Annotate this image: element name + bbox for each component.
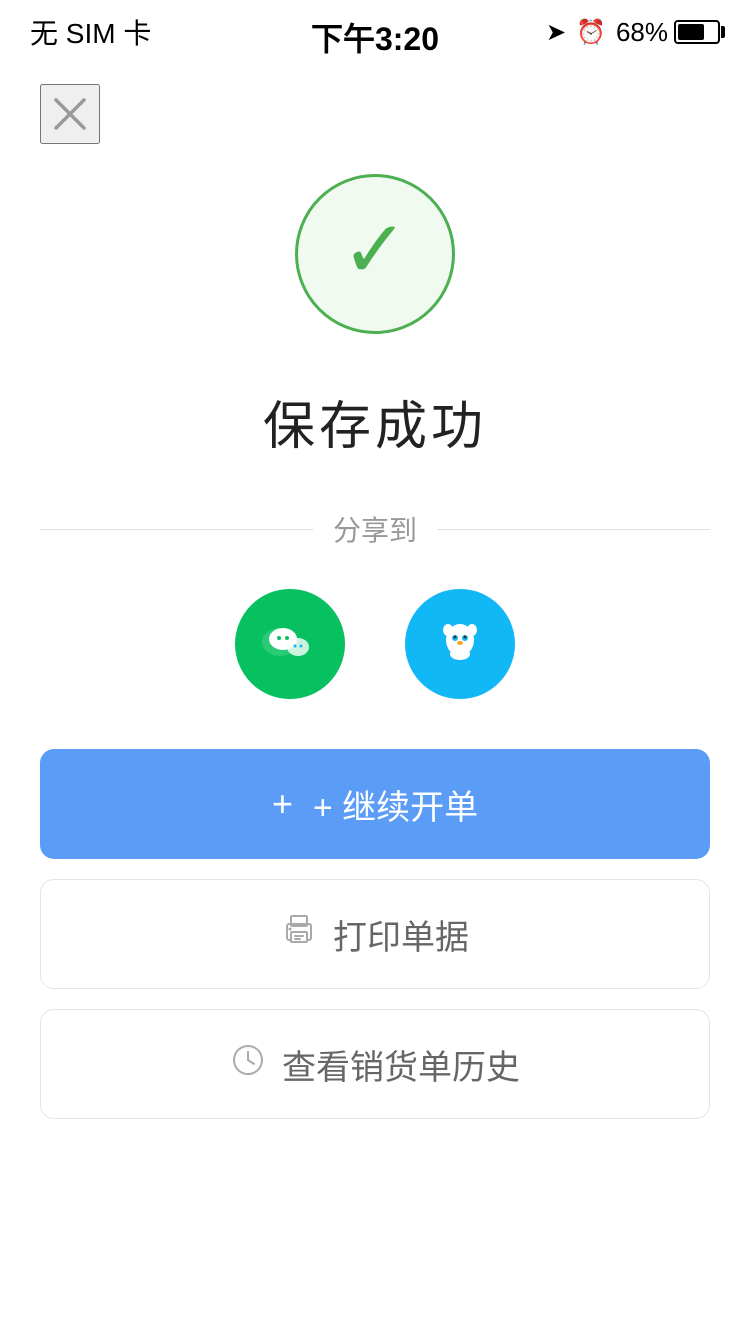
history-icon — [230, 1042, 266, 1087]
checkmark-icon: ✓ — [341, 210, 408, 290]
status-bar: 无 SIM 卡 下午3:20 ➤ ⏰ 68% — [0, 0, 750, 64]
status-left: 无 SIM 卡 — [30, 12, 161, 52]
alarm-icon: ⏰ — [576, 18, 606, 47]
battery-icon — [674, 20, 720, 44]
share-icons — [40, 589, 710, 699]
success-icon-circle: ✓ — [295, 174, 455, 334]
battery-text: 68% — [616, 17, 668, 48]
status-time: 下午3:20 — [311, 14, 439, 60]
share-section: 分享到 — [40, 509, 710, 699]
status-right: ➤ ⏰ 68% — [546, 17, 720, 48]
wechat-share-button[interactable] — [235, 589, 345, 699]
share-label: 分享到 — [333, 509, 417, 549]
share-divider: 分享到 — [40, 509, 710, 549]
print-icon — [281, 912, 317, 957]
history-label: 查看销货单历史 — [282, 1040, 520, 1089]
location-icon: ➤ — [546, 18, 566, 47]
action-buttons: + + 继续开单 打印单据 — [40, 749, 710, 1119]
carrier-text: 无 SIM 卡 — [30, 12, 151, 52]
qq-share-button[interactable] — [405, 589, 515, 699]
close-button[interactable] — [40, 84, 100, 144]
history-button[interactable]: 查看销货单历史 — [40, 1009, 710, 1119]
continue-button[interactable]: + + 继续开单 — [40, 749, 710, 859]
continue-label: + 继续开单 — [313, 780, 478, 829]
print-button[interactable]: 打印单据 — [40, 879, 710, 989]
battery-container: 68% — [616, 17, 720, 48]
continue-plus-icon: + — [272, 783, 293, 825]
success-title: 保存成功 — [263, 384, 487, 459]
main-content: ✓ 保存成功 分享到 — [0, 64, 750, 1179]
print-label: 打印单据 — [333, 910, 469, 959]
battery-fill — [678, 24, 704, 40]
